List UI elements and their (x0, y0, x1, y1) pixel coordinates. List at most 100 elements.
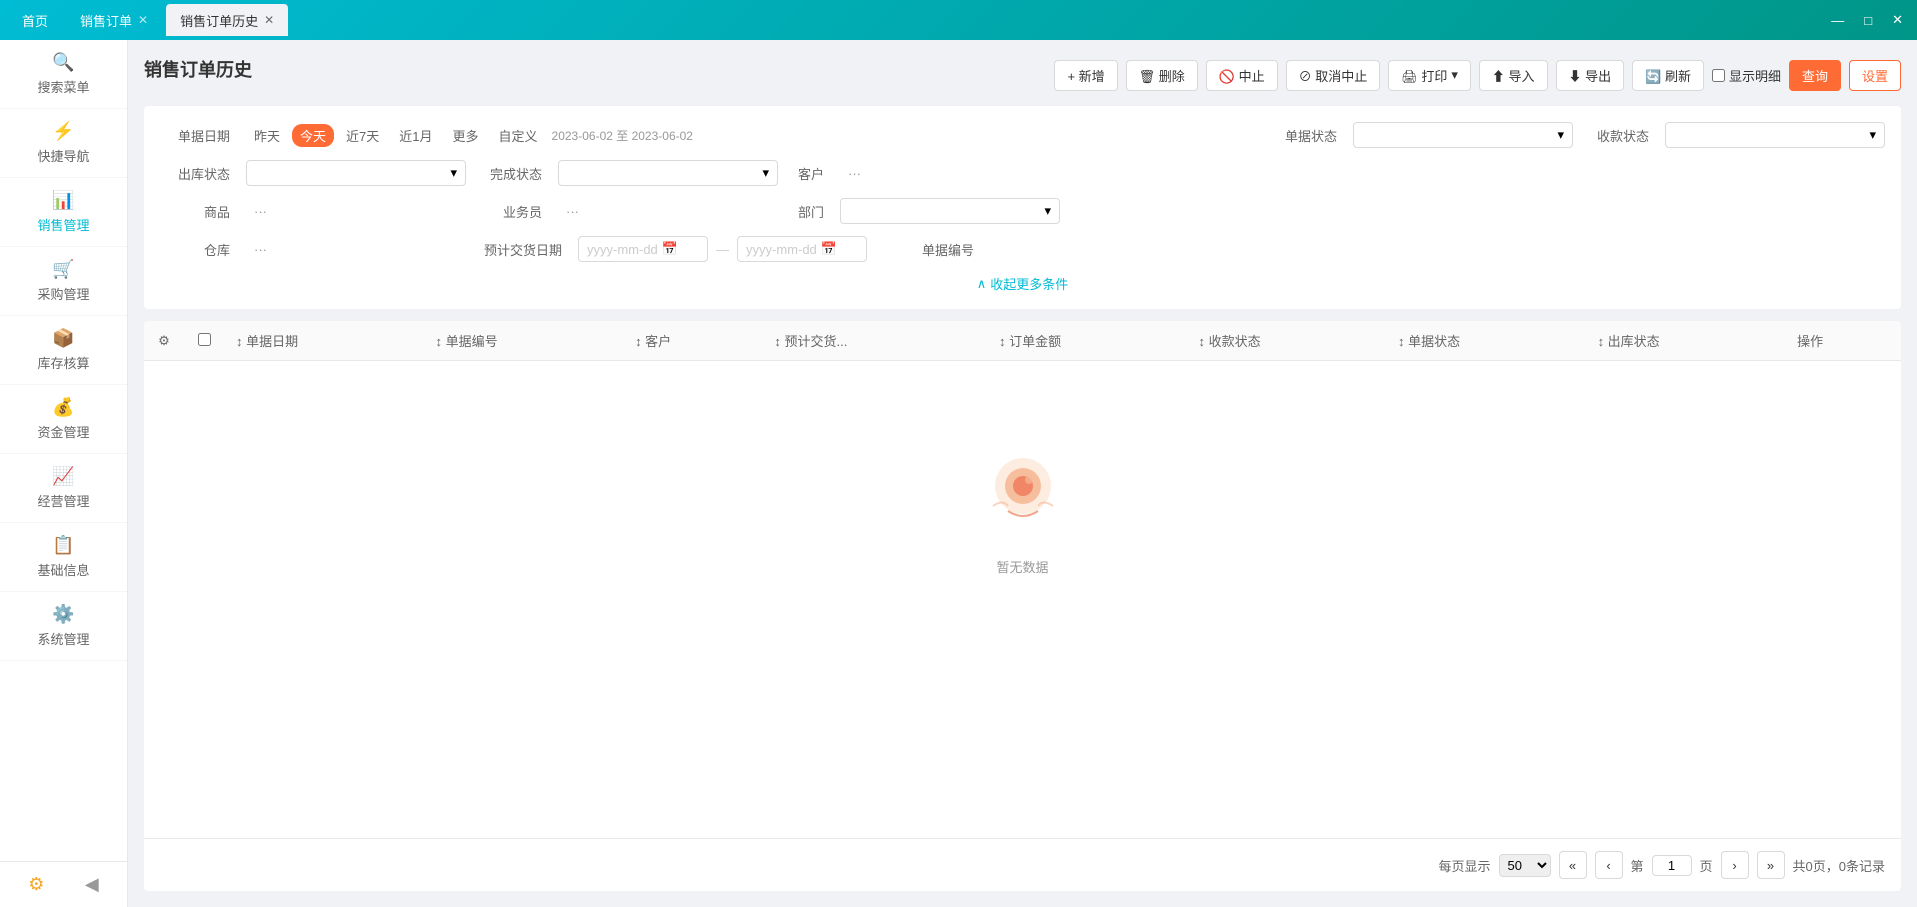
sidebar-item-operations[interactable]: 📈 经营管理 (0, 454, 127, 523)
sidebar-settings-icon[interactable]: ⚙ (28, 874, 44, 895)
sidebar-item-inventory[interactable]: 📦 库存核算 (0, 316, 127, 385)
expected-date-start-placeholder: yyyy-mm-dd (587, 242, 658, 257)
th-delivery-status[interactable]: ↕ 出库状态 (1586, 321, 1786, 361)
goods-ellipsis[interactable]: ··· (246, 204, 275, 219)
per-page-select[interactable]: 50 10 20 100 (1499, 854, 1551, 877)
minimize-button[interactable]: — (1825, 13, 1850, 28)
sidebar-item-purchase-mgmt-label: 采购管理 (37, 284, 89, 303)
stop-button[interactable]: 🚫 中止 (1206, 60, 1278, 91)
th-settings[interactable]: ⚙ (144, 321, 184, 361)
salesperson-ellipsis[interactable]: ··· (558, 204, 587, 219)
th-customer[interactable]: ↕ 客户 (623, 321, 762, 361)
collapse-label: 收起更多条件 (990, 274, 1068, 293)
date-tab-today[interactable]: 今天 (292, 124, 334, 147)
tab-sales-history[interactable]: 销售订单历史 ✕ (166, 4, 288, 36)
tab-home[interactable]: 首页 (8, 4, 62, 36)
th-operation: 操作 (1785, 321, 1901, 361)
table-wrapper: ⚙ ↕ 单据日期 ↕ 单据编号 ↕ 客户 (144, 321, 1901, 838)
page-title: 销售订单历史 (144, 56, 252, 82)
department-select[interactable]: ▾ (840, 198, 1060, 224)
print-label: 🖨 打印 (1401, 66, 1447, 85)
th-number[interactable]: ↕ 单据编号 (424, 321, 624, 361)
per-page-label: 每页显示 (1438, 856, 1490, 875)
window-controls: — □ ✕ (1825, 12, 1909, 28)
tab-sales-order-label: 销售订单 (80, 11, 132, 30)
th-date[interactable]: ↕ 单据日期 (224, 321, 424, 361)
date-tab-more[interactable]: 更多 (445, 124, 487, 147)
sidebar-bottom: ⚙ ◀ (0, 861, 127, 907)
sidebar-item-basic-info-label: 基础信息 (37, 560, 89, 579)
first-page-button[interactable]: « (1559, 851, 1587, 879)
th-amount[interactable]: ↕ 订单金额 (987, 321, 1187, 361)
th-checkbox[interactable] (184, 321, 224, 361)
export-button[interactable]: ⬇ 导出 (1556, 60, 1625, 91)
tab-bar: 首页 销售订单 ✕ 销售订单历史 ✕ (8, 4, 1825, 36)
content-area: 销售订单历史 + 新增 🗑 删除 🚫 中止 ⊘ 取消中止 🖨 打印 ▾ ⬆ 导入… (128, 40, 1917, 907)
sidebar-item-operations-label: 经营管理 (37, 491, 89, 510)
expected-date-end[interactable]: yyyy-mm-dd 📅 (737, 236, 867, 262)
th-expected-date-label: ↕ 预计交货... (774, 334, 847, 349)
sidebar-item-purchase-mgmt[interactable]: 🛒 采购管理 (0, 247, 127, 316)
completion-status-select[interactable]: ▾ (558, 160, 778, 186)
last-page-button[interactable]: » (1757, 851, 1785, 879)
sales-mgmt-icon: 📊 (52, 190, 74, 211)
date-tab-custom[interactable]: 自定义 (491, 124, 546, 147)
select-all-checkbox[interactable] (198, 333, 211, 346)
finance-icon: 💰 (52, 397, 74, 418)
th-order-status[interactable]: ↕ 单据状态 (1386, 321, 1586, 361)
expected-date-start[interactable]: yyyy-mm-dd 📅 (578, 236, 708, 262)
payment-status-select[interactable]: ▾ (1665, 122, 1885, 148)
calendar-start-icon[interactable]: 📅 (662, 241, 678, 257)
query-button[interactable]: 查询 (1789, 60, 1841, 91)
th-date-label: ↕ 单据日期 (236, 334, 298, 349)
table-card: ⚙ ↕ 单据日期 ↕ 单据编号 ↕ 客户 (144, 321, 1901, 891)
prev-page-button[interactable]: ‹ (1595, 851, 1623, 879)
tab-sales-order-close[interactable]: ✕ (138, 13, 148, 27)
order-status-select[interactable]: ▾ (1353, 122, 1573, 148)
warehouse-ellipsis[interactable]: ··· (246, 242, 275, 257)
sidebar-item-sales-mgmt[interactable]: 📊 销售管理 (0, 178, 127, 247)
sidebar-item-search-menu[interactable]: 🔍 搜索菜单 (0, 40, 127, 109)
date-range-display: 2023-06-02 至 2023-06-02 (552, 127, 693, 144)
inventory-icon: 📦 (52, 328, 74, 349)
sidebar-collapse-icon[interactable]: ◀ (85, 874, 99, 895)
th-payment-status[interactable]: ↕ 收款状态 (1187, 321, 1387, 361)
page-input[interactable] (1652, 855, 1692, 876)
date-tab-last1m[interactable]: 近1月 (391, 124, 440, 147)
expected-date-end-placeholder: yyyy-mm-dd (746, 242, 817, 257)
close-button[interactable]: ✕ (1886, 12, 1909, 28)
new-button[interactable]: + 新增 (1054, 60, 1117, 91)
date-label: 单据日期 (160, 126, 230, 145)
refresh-button[interactable]: 🔄 刷新 (1632, 60, 1704, 91)
sidebar-item-quick-nav[interactable]: ⚡ 快捷导航 (0, 109, 127, 178)
toolbar: + 新增 🗑 删除 🚫 中止 ⊘ 取消中止 🖨 打印 ▾ ⬆ 导入 ⬇ 导出 🔄… (1054, 60, 1901, 91)
import-button[interactable]: ⬆ 导入 (1479, 60, 1548, 91)
main-layout: 🔍 搜索菜单 ⚡ 快捷导航 📊 销售管理 🛒 采购管理 📦 库存核算 💰 资金管… (0, 40, 1917, 907)
sidebar-item-system-mgmt[interactable]: ⚙️ 系统管理 (0, 592, 127, 661)
calendar-end-icon[interactable]: 📅 (821, 241, 837, 257)
cancel-stop-button[interactable]: ⊘ 取消中止 (1286, 60, 1381, 91)
maximize-button[interactable]: □ (1858, 13, 1878, 28)
th-customer-label: ↕ 客户 (635, 334, 671, 349)
expected-date-label: 预计交货日期 (482, 240, 562, 259)
print-button[interactable]: 🖨 打印 ▾ (1388, 60, 1471, 91)
sidebar-item-finance[interactable]: 💰 资金管理 (0, 385, 127, 454)
print-dropdown-icon: ▾ (1451, 67, 1458, 83)
tab-sales-order[interactable]: 销售订单 ✕ (66, 4, 162, 36)
warehouse-label: 仓库 (160, 240, 230, 259)
settings-button[interactable]: 设置 (1849, 60, 1901, 91)
customer-ellipsis[interactable]: ··· (840, 166, 869, 181)
th-number-label: ↕ 单据编号 (436, 334, 498, 349)
delivery-status-select[interactable]: ▾ (246, 160, 466, 186)
sidebar-item-basic-info[interactable]: 📋 基础信息 (0, 523, 127, 592)
display-detail-checkbox[interactable]: 显示明细 (1712, 66, 1781, 85)
delete-button[interactable]: 🗑 删除 (1126, 60, 1198, 91)
date-tab-yesterday[interactable]: 昨天 (246, 124, 288, 147)
display-detail-input[interactable] (1712, 69, 1725, 82)
collapse-row[interactable]: ∧ 收起更多条件 (160, 274, 1885, 293)
next-page-button[interactable]: › (1721, 851, 1749, 879)
date-tab-last7[interactable]: 近7天 (338, 124, 387, 147)
th-expected-date[interactable]: ↕ 预计交货... (762, 321, 987, 361)
order-status-label: 单据状态 (1277, 126, 1337, 145)
tab-sales-history-close[interactable]: ✕ (264, 13, 274, 27)
